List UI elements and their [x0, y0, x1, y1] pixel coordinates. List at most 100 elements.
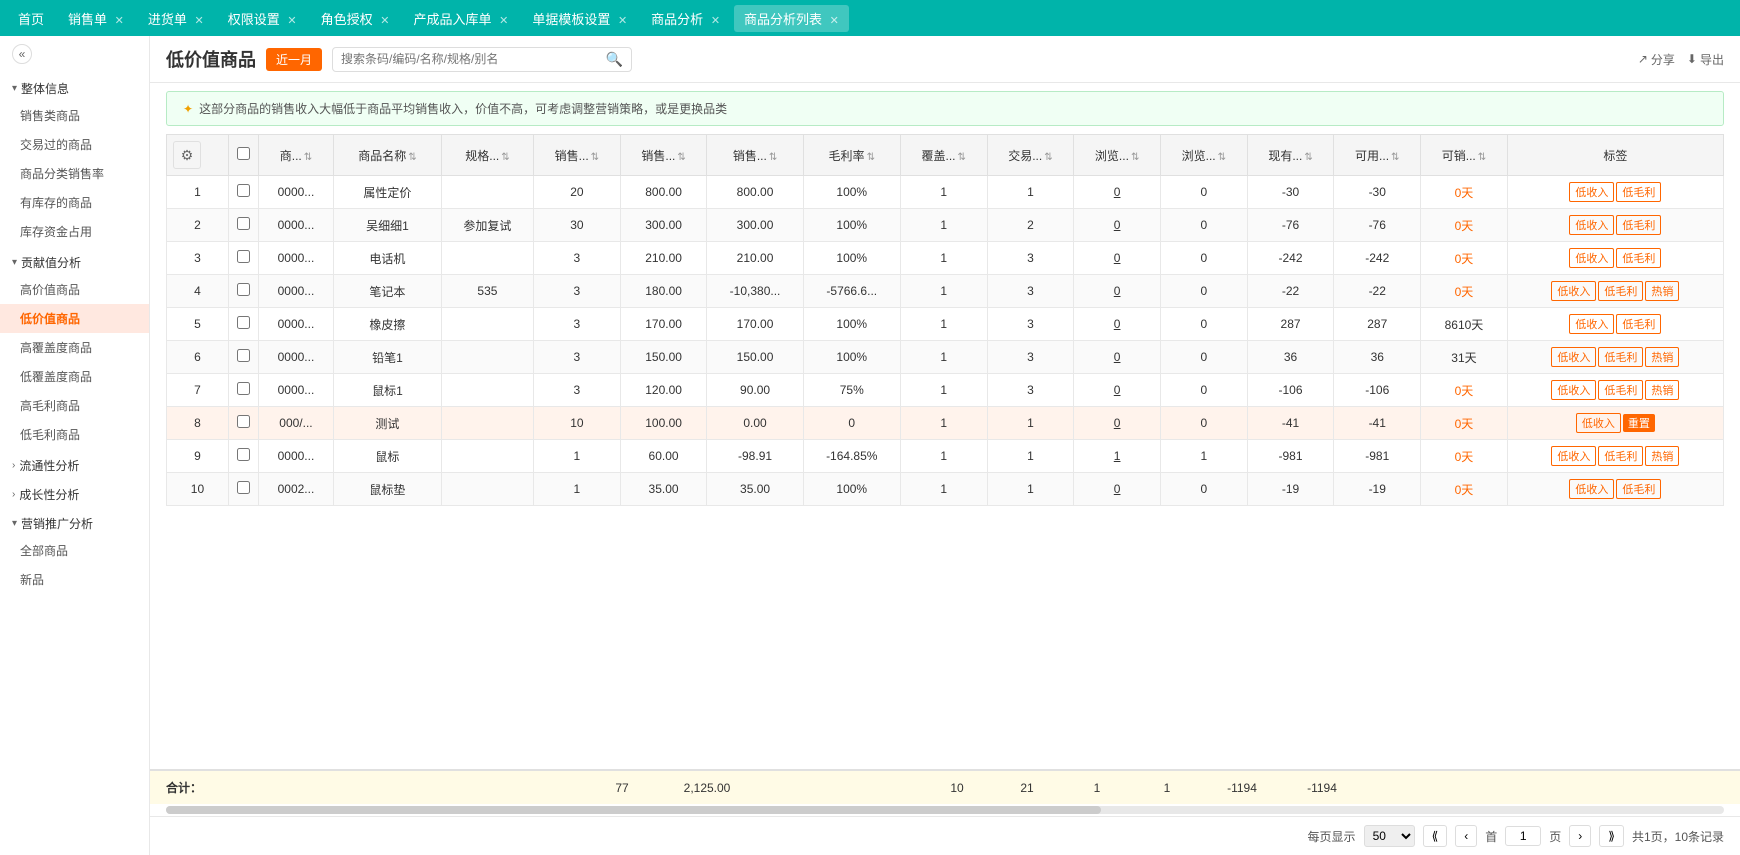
- share-button[interactable]: ↗ 分享: [1638, 51, 1675, 68]
- col-name[interactable]: 商品名称⇅: [334, 135, 442, 176]
- close-template-tab-icon[interactable]: ✕: [618, 15, 627, 27]
- prev-page-btn[interactable]: ‹: [1455, 825, 1477, 847]
- row-tags: 低收入低毛利热销: [1507, 440, 1723, 473]
- row-checkbox[interactable]: [237, 481, 250, 494]
- sidebar-item-traded-products[interactable]: 交易过的商品: [0, 130, 149, 159]
- sidebar-group-contribution[interactable]: ▾ 贡献值分析: [0, 246, 149, 275]
- row-checkbox-cell: [228, 308, 258, 341]
- sidebar-item-sales-products[interactable]: 销售类商品: [0, 101, 149, 130]
- nav-warehouse[interactable]: 产成品入库单 ✕: [403, 5, 518, 32]
- sidebar-collapse-btn[interactable]: «: [12, 44, 32, 64]
- row-checkbox[interactable]: [237, 283, 250, 296]
- nav-permissions[interactable]: 权限设置 ✕: [218, 5, 307, 32]
- nav-home[interactable]: 首页: [8, 5, 54, 32]
- close-product-analysis-tab-icon[interactable]: ✕: [711, 15, 720, 27]
- notice-icon: ✦: [183, 102, 193, 116]
- sidebar-item-new-products[interactable]: 新品: [0, 565, 149, 594]
- row-checkbox[interactable]: [237, 415, 250, 428]
- sidebar-group-growth[interactable]: › 成长性分析: [0, 478, 149, 507]
- close-sales-tab-icon[interactable]: ✕: [115, 15, 124, 27]
- period-button[interactable]: 近一月: [266, 48, 322, 71]
- days-badge: 0天: [1455, 285, 1474, 299]
- sidebar-collapse-area: «: [0, 36, 149, 72]
- per-page-select[interactable]: 50 100 200: [1364, 825, 1415, 847]
- col-settings[interactable]: ⚙: [167, 135, 229, 176]
- col-sellable[interactable]: 可销...⇅: [1421, 135, 1508, 176]
- browse-a-link[interactable]: 0: [1114, 383, 1121, 397]
- page-input[interactable]: [1505, 826, 1541, 846]
- close-product-list-tab-icon[interactable]: ✕: [830, 15, 839, 27]
- nav-purchase[interactable]: 进货单 ✕: [138, 5, 214, 32]
- row-checkbox[interactable]: [237, 448, 250, 461]
- days-badge: 0天: [1455, 384, 1474, 398]
- row-spec: [441, 440, 533, 473]
- sidebar-item-stock-products[interactable]: 有库存的商品: [0, 188, 149, 217]
- sidebar-item-high-coverage[interactable]: 高覆盖度商品: [0, 333, 149, 362]
- col-current[interactable]: 现有...⇅: [1247, 135, 1334, 176]
- sidebar-item-low-margin[interactable]: 低毛利商品: [0, 420, 149, 449]
- row-checkbox[interactable]: [237, 316, 250, 329]
- col-spec[interactable]: 规格...⇅: [441, 135, 533, 176]
- browse-a-link[interactable]: 1: [1114, 449, 1121, 463]
- settings-icon[interactable]: ⚙: [173, 141, 201, 169]
- sidebar-group-overall[interactable]: ▾ 整体信息: [0, 72, 149, 101]
- sidebar-group-circulation[interactable]: › 流通性分析: [0, 449, 149, 478]
- row-checkbox[interactable]: [237, 382, 250, 395]
- col-sales-amt2[interactable]: 销售...⇅: [707, 135, 803, 176]
- row-sales-amt2: 300.00: [707, 209, 803, 242]
- row-checkbox-cell: [228, 209, 258, 242]
- last-page-btn[interactable]: ⟫: [1599, 825, 1624, 847]
- row-checkbox[interactable]: [237, 349, 250, 362]
- row-coverage: 1: [900, 176, 987, 209]
- data-table: ⚙ 商...⇅ 商品名称⇅ 规格...⇅ 销售...⇅ 销售...⇅ 销售...…: [166, 134, 1724, 506]
- nav-roles[interactable]: 角色授权 ✕: [311, 5, 400, 32]
- nav-product-analysis[interactable]: 商品分析 ✕: [641, 5, 730, 32]
- close-permissions-tab-icon[interactable]: ✕: [287, 15, 296, 27]
- next-page-btn[interactable]: ›: [1569, 825, 1591, 847]
- row-code: 0000...: [258, 341, 333, 374]
- sidebar-item-low-value[interactable]: 低价值商品: [0, 304, 149, 333]
- export-button[interactable]: ⬇ 导出: [1687, 51, 1724, 68]
- first-page-btn[interactable]: ⟪: [1423, 825, 1448, 847]
- search-icon[interactable]: 🔍: [606, 51, 623, 68]
- browse-a-link[interactable]: 0: [1114, 482, 1121, 496]
- tag-badge: 低毛利: [1616, 314, 1661, 334]
- sidebar-item-all-products[interactable]: 全部商品: [0, 536, 149, 565]
- close-warehouse-tab-icon[interactable]: ✕: [499, 15, 508, 27]
- nav-sales[interactable]: 销售单 ✕: [58, 5, 134, 32]
- col-code[interactable]: 商...⇅: [258, 135, 333, 176]
- nav-product-analysis-list[interactable]: 商品分析列表 ✕: [734, 5, 849, 32]
- row-checkbox[interactable]: [237, 217, 250, 230]
- sidebar-item-category-sales[interactable]: 商品分类销售率: [0, 159, 149, 188]
- browse-a-link[interactable]: 0: [1114, 317, 1121, 331]
- row-checkbox[interactable]: [237, 250, 250, 263]
- row-current: -19: [1247, 473, 1334, 506]
- col-browse-b[interactable]: 浏览...⇅: [1160, 135, 1247, 176]
- col-available[interactable]: 可用...⇅: [1334, 135, 1421, 176]
- summary-qty: 77: [582, 781, 662, 795]
- sidebar-item-high-margin[interactable]: 高毛利商品: [0, 391, 149, 420]
- col-gross-rate[interactable]: 毛利率⇅: [803, 135, 900, 176]
- close-roles-tab-icon[interactable]: ✕: [380, 15, 389, 27]
- browse-a-link[interactable]: 0: [1114, 185, 1121, 199]
- sidebar-item-inventory-capital[interactable]: 库存资金占用: [0, 217, 149, 246]
- col-sales-amt[interactable]: 销售...⇅: [620, 135, 707, 176]
- sidebar-item-low-coverage[interactable]: 低覆盖度商品: [0, 362, 149, 391]
- browse-a-link[interactable]: 0: [1114, 416, 1121, 430]
- col-transactions[interactable]: 交易...⇅: [987, 135, 1074, 176]
- select-all-checkbox[interactable]: [237, 147, 250, 160]
- sidebar-item-high-value[interactable]: 高价值商品: [0, 275, 149, 304]
- browse-a-link[interactable]: 0: [1114, 350, 1121, 364]
- sidebar-group-marketing[interactable]: ▾ 营销推广分析: [0, 507, 149, 536]
- close-purchase-tab-icon[interactable]: ✕: [195, 15, 204, 27]
- row-checkbox[interactable]: [237, 184, 250, 197]
- search-input[interactable]: [341, 52, 606, 66]
- col-browse-a[interactable]: 浏览...⇅: [1074, 135, 1161, 176]
- browse-a-link[interactable]: 0: [1114, 218, 1121, 232]
- col-coverage[interactable]: 覆盖...⇅: [900, 135, 987, 176]
- row-transactions: 2: [987, 209, 1074, 242]
- col-qty[interactable]: 销售...⇅: [534, 135, 621, 176]
- browse-a-link[interactable]: 0: [1114, 284, 1121, 298]
- browse-a-link[interactable]: 0: [1114, 251, 1121, 265]
- nav-template[interactable]: 单据模板设置 ✕: [522, 5, 637, 32]
